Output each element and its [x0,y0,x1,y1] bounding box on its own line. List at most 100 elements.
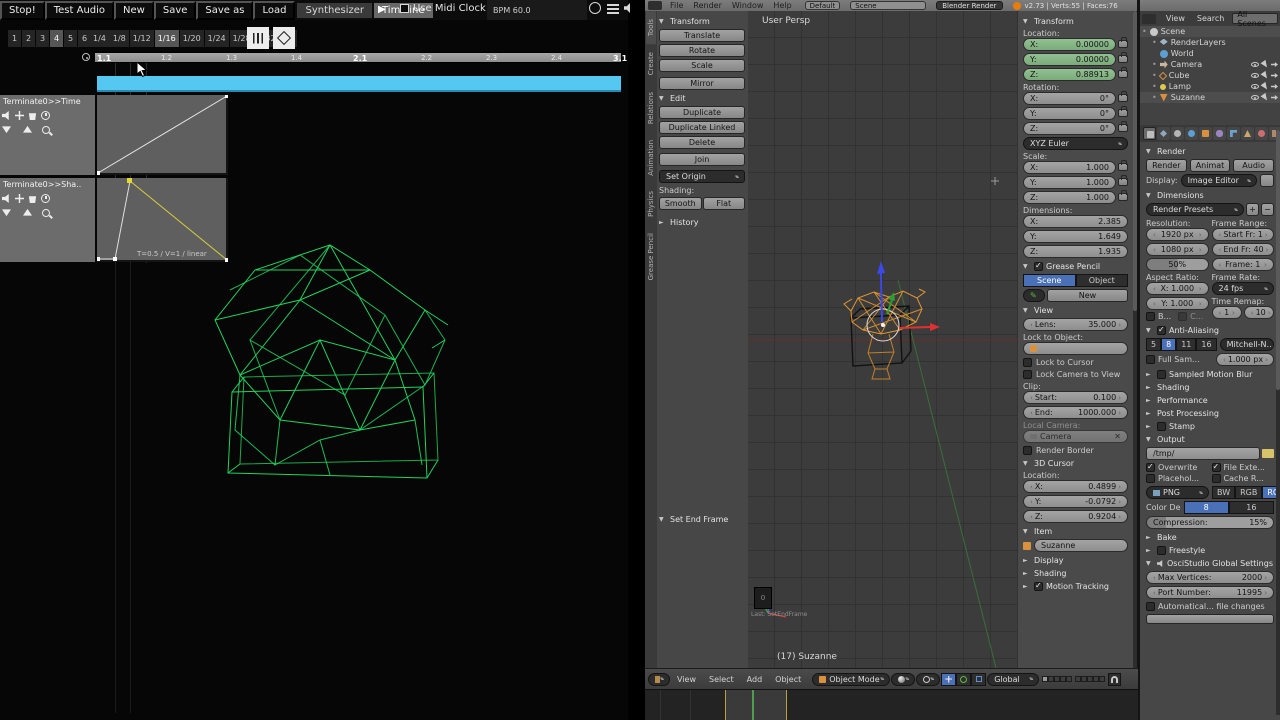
aa-samples-16[interactable]: 16 [1196,338,1217,351]
end-frame-field[interactable]: End Fr: 40 [1211,243,1274,256]
collapse-icon[interactable] [2,209,11,217]
flat-button[interactable]: Flat [702,197,745,210]
lens-field[interactable]: Lens:35.000 [1023,318,1128,331]
remap-old-field[interactable]: 1 [1211,306,1242,319]
panel-arrow-icon[interactable] [1146,384,1154,391]
location-y-field[interactable]: Y: 0.00000 [1023,53,1116,66]
stamp-checkbox[interactable] [1157,422,1166,431]
snap-1-20[interactable]: 1/20 [179,30,204,47]
dim-x-field[interactable]: X: 2.385 [1023,215,1128,228]
placeholders-checkbox[interactable] [1146,474,1155,483]
display-screen-button[interactable] [1260,174,1274,187]
screen-layout-selector[interactable]: Default [804,1,841,10]
port-number-field[interactable]: Port Number:11995 [1146,586,1274,599]
mute-icon[interactable] [2,194,9,203]
panel-arrow-icon[interactable] [1023,460,1031,467]
track-header-time[interactable]: Terminate0>>Time [0,95,95,175]
snap-1-16[interactable]: 1/16 [154,30,179,47]
play-button[interactable]: ▶ [378,4,386,15]
panel-arrow-icon[interactable] [1023,557,1031,564]
tab-material-icon[interactable] [1255,127,1268,140]
outliner-menu-view[interactable]: View [1160,14,1191,23]
output-path-field[interactable]: /tmp/ [1146,447,1260,460]
timeline-editor-sliver[interactable] [645,689,1138,720]
lock-icon[interactable] [1118,190,1128,201]
lock-to-object-field[interactable] [1023,342,1128,355]
panel-arrow-icon[interactable] [1023,583,1031,590]
outliner-filter-dropdown[interactable]: All Scenes [1232,11,1278,28]
eye-icon[interactable] [1251,95,1259,100]
resolution-y-field[interactable]: 1080 px [1146,243,1209,256]
cursor-y-field[interactable]: Y:-0.0792 [1023,495,1128,508]
keyframe-point[interactable] [96,257,100,261]
menu-render[interactable]: Render [688,1,726,10]
shelf-tab-animation[interactable]: Animation [646,132,656,184]
panel-arrow-icon[interactable] [1023,570,1031,577]
panel-arrow-icon[interactable] [1146,560,1154,567]
resolution-percent-slider[interactable]: 50% [1146,258,1209,271]
join-button[interactable]: Join [659,153,745,166]
shelf-tab-relations[interactable]: Relations [646,84,656,132]
motion-tracking-checkbox[interactable] [1034,581,1043,591]
tab-object-icon[interactable] [1199,127,1212,140]
selectable-icon[interactable] [1260,81,1270,92]
render-audio-button[interactable]: Audio [1233,159,1275,172]
rotation-mode-dropdown[interactable]: XYZ Euler [1023,137,1128,150]
location-z-field[interactable]: Z: 0.88913 [1023,68,1116,81]
grease-pencil-checkbox[interactable] [1034,261,1043,271]
new-button[interactable]: New [114,0,154,20]
lock-to-cursor-checkbox[interactable] [1023,358,1032,367]
border-checkbox[interactable] [1146,312,1155,321]
translate-button[interactable]: Translate [659,29,745,42]
render-restrict-icon[interactable] [1271,73,1278,78]
snap-1-4[interactable]: 1/4 [90,30,109,47]
aa-samples-5[interactable]: 5 [1146,338,1162,351]
track-header-shape[interactable]: Terminate0>>Sha.. [0,178,95,262]
delete-button[interactable]: Delete [659,136,745,149]
cursor-x-field[interactable]: X:0.4899 [1023,480,1128,493]
move-track-icon[interactable] [15,111,24,120]
depth-8-button[interactable]: 8 [1183,501,1229,514]
editor-type-icon[interactable] [648,672,670,686]
scale-y-field[interactable]: Y: 1.000 [1023,176,1116,189]
start-frame-field[interactable]: Start Fr: 1 [1211,228,1274,241]
use-midi-clock[interactable]: Use Midi Clock [400,3,486,14]
timeline-clip-bar[interactable] [97,76,621,92]
expand-icon[interactable] [23,125,32,133]
grid-icon[interactable] [247,27,269,49]
aa-filter-dropdown[interactable]: Mitchell-N... [1219,338,1274,351]
panel-arrow-icon[interactable] [1146,148,1154,155]
scale-button[interactable]: Scale [659,59,745,72]
keyframe-point[interactable] [113,257,117,261]
current-frame-line[interactable] [752,690,754,720]
eye-icon[interactable] [1251,62,1259,67]
tab-modifiers-icon[interactable] [1227,127,1240,140]
panel-arrow-icon[interactable] [659,516,667,523]
lock-icon[interactable] [1118,52,1128,63]
display-dropdown[interactable]: Image Editor [1180,174,1257,187]
render-engine-selector[interactable]: Blender Render [936,1,1003,10]
move-icon[interactable] [273,27,295,49]
load-button[interactable]: Load [253,0,296,20]
panel-arrow-icon[interactable] [659,18,667,25]
resolution-x-field[interactable]: 1920 px [1146,228,1209,241]
panel-arrow-icon[interactable] [1146,423,1154,430]
view-menu[interactable]: View [671,675,702,684]
snap-number-4[interactable]: 4 [50,30,63,47]
outliner-row-scene[interactable]: • Scene [1140,26,1280,37]
file-format-dropdown[interactable]: PNG [1146,486,1209,499]
cursor-z-field[interactable]: Z:0.9204 [1023,510,1128,523]
mirror-button[interactable]: Mirror [659,77,745,90]
preset-remove-button[interactable]: − [1261,203,1274,216]
gp-object-button[interactable]: Object [1075,274,1128,287]
properties-scrollbar[interactable] [1276,130,1280,715]
delete-track-icon[interactable] [28,196,37,203]
panel-arrow-icon[interactable] [1146,397,1154,404]
clock-icon[interactable] [41,111,50,120]
rotation-y-field[interactable]: Y: 0° [1023,107,1116,120]
partial-button[interactable] [1146,614,1274,624]
duplicate-button[interactable]: Duplicate [659,106,745,119]
lock-icon[interactable] [1118,106,1128,117]
save-button[interactable]: Save [153,0,197,20]
auto-reload-checkbox[interactable] [1146,602,1155,611]
